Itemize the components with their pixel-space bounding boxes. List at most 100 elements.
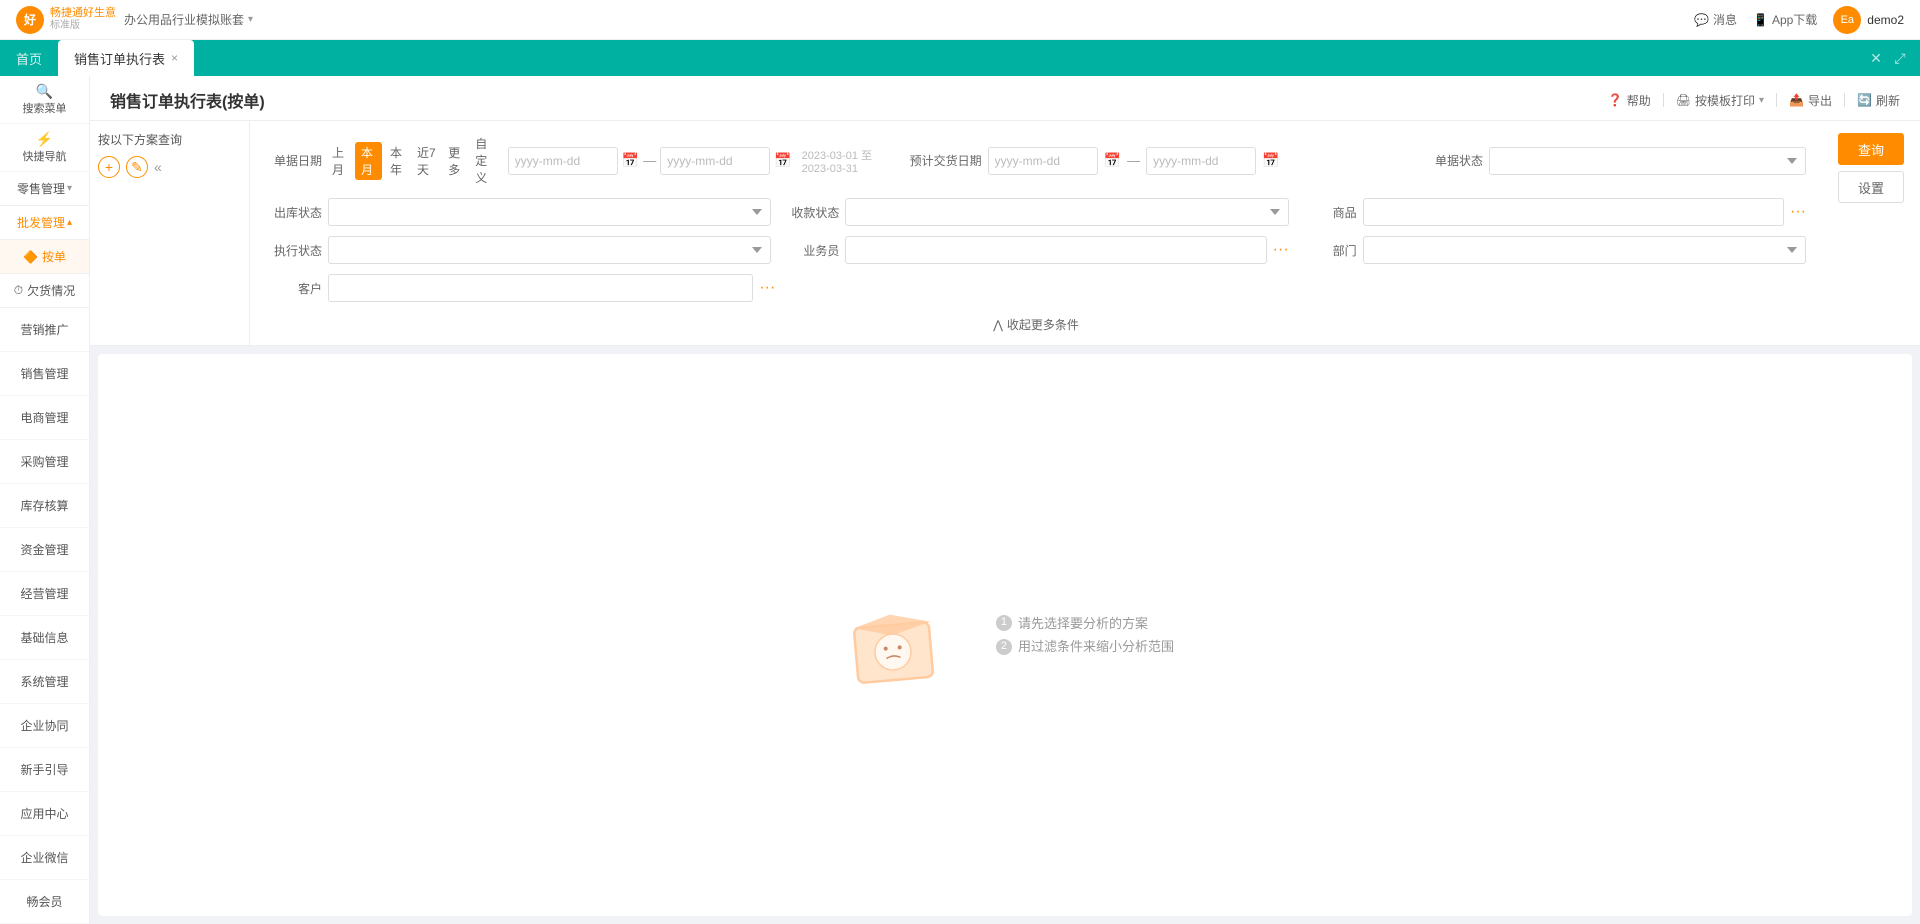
collapse-scheme-btn[interactable]: « <box>154 159 162 175</box>
product-input[interactable] <box>1363 198 1784 226</box>
sidebar-item-retail[interactable]: 零售管理 ▾ <box>0 172 89 206</box>
customer-more-btn[interactable]: ··· <box>759 279 775 297</box>
dept-group: 部门 <box>1301 236 1806 264</box>
empty-svg <box>836 580 956 690</box>
page-actions: ❓ 帮助 🖨 按模板打印 ▾ 📤 导出 🔄 刷新 <box>1608 92 1900 109</box>
expected-date-label: 预计交货日期 <box>910 152 982 169</box>
settings-btn[interactable]: 设置 <box>1838 171 1904 203</box>
message-btn[interactable]: 💬 消息 <box>1694 11 1737 28</box>
date-range-inputs: 📅 — 📅 <box>508 147 792 175</box>
header-left: 好 畅捷通好生意 标准版 办公用品行业模拟账套 ▾ <box>16 6 253 34</box>
dept-select[interactable] <box>1363 236 1806 264</box>
expected-date-end-input[interactable] <box>1146 147 1256 175</box>
query-btn[interactable]: 查询 <box>1838 133 1904 165</box>
add-scheme-btn[interactable]: + <box>98 156 120 178</box>
date-range-text: 2023-03-01 至 2023-03-31 <box>802 147 898 175</box>
retail-expand-icon: ▾ <box>67 183 72 194</box>
doc-status-group: 单据状态 <box>1427 147 1806 175</box>
close-window-btn[interactable]: ✕ <box>1868 50 1884 66</box>
date-tab-last7days[interactable]: 近7天 <box>413 142 440 180</box>
salesperson-group: 业务员 ··· <box>783 236 1288 264</box>
expected-date-start-input[interactable] <box>988 147 1098 175</box>
out-status-select[interactable] <box>328 198 771 226</box>
sidebar-item-wholesale[interactable]: 批发管理 ▴ <box>0 206 89 240</box>
date-tab-current-year[interactable]: 本年 <box>386 142 409 180</box>
help-btn[interactable]: ❓ 帮助 <box>1608 92 1651 109</box>
sidebar-quick-nav[interactable]: ⚡ 快捷导航 <box>0 124 89 172</box>
expected-end-cal-icon[interactable]: 📅 <box>1262 152 1279 169</box>
sidebar-subitem-debt[interactable]: ⏱ 欠货情况 <box>0 274 89 308</box>
product-more-btn[interactable]: ··· <box>1790 203 1806 221</box>
export-btn[interactable]: 📤 导出 <box>1789 92 1832 109</box>
salesperson-label: 业务员 <box>783 242 839 259</box>
sidebar-item-finance[interactable]: 资金管理 <box>0 528 89 572</box>
exec-status-select[interactable] <box>328 236 771 264</box>
refresh-btn[interactable]: 🔄 刷新 <box>1857 92 1900 109</box>
empty-illustration <box>836 580 956 690</box>
sidebar-subitem-order[interactable]: 🔶 按单 <box>0 240 89 274</box>
sidebar-item-system[interactable]: 系统管理 <box>0 660 89 704</box>
app-download-btn[interactable]: 📱 App下载 <box>1753 11 1817 28</box>
salesperson-more-btn[interactable]: ··· <box>1273 241 1289 259</box>
search-icon: 🔍 <box>36 83 53 100</box>
sidebar-item-sales[interactable]: 销售管理 <box>0 352 89 396</box>
date-end-calendar-icon[interactable]: 📅 <box>774 152 791 169</box>
product-label: 商品 <box>1301 204 1357 221</box>
receipt-status-label: 收款状态 <box>783 204 839 221</box>
date-tab-current-month[interactable]: 本月 <box>355 142 382 180</box>
sidebar-item-enterprise[interactable]: 企业协同 <box>0 704 89 748</box>
date-tab-more[interactable]: 更多 <box>444 142 467 180</box>
scheme-label: 按以下方案查询 <box>98 131 182 148</box>
tab-bar: 首页 销售订单执行表 × ✕ ⤢ <box>0 40 1920 76</box>
sidebar-item-member[interactable]: 畅会员 <box>0 880 89 924</box>
sidebar-item-ecommerce[interactable]: 电商管理 <box>0 396 89 440</box>
sidebar-item-app-center[interactable]: 应用中心 <box>0 792 89 836</box>
edit-scheme-btn[interactable]: ✎ <box>126 156 148 178</box>
logo-area: 好 畅捷通好生意 标准版 <box>16 6 116 34</box>
collapse-conditions-btn[interactable]: ⋀ 收起更多条件 <box>266 310 1806 339</box>
empty-content: 1 请先选择要分析的方案 2 用过滤条件来缩小分析范围 <box>836 580 1174 690</box>
date-end-input[interactable] <box>660 147 770 175</box>
tab-close-icon[interactable]: × <box>171 51 178 65</box>
expected-start-cal-icon[interactable]: 📅 <box>1104 152 1121 169</box>
expected-date-group: 预计交货日期 📅 — 📅 <box>910 147 1415 175</box>
logo-text: 畅捷通好生意 标准版 <box>50 7 116 32</box>
sidebar-item-marketing[interactable]: 营销推广 <box>0 308 89 352</box>
print-dropdown-icon: ▾ <box>1759 95 1764 106</box>
customer-group: 客户 ··· <box>266 274 775 302</box>
date-tab-custom[interactable]: 自定义 <box>471 133 502 188</box>
sidebar-item-basic[interactable]: 基础信息 <box>0 616 89 660</box>
sidebar-item-operations[interactable]: 经营管理 <box>0 572 89 616</box>
customer-label: 客户 <box>266 280 322 297</box>
receipt-status-select[interactable] <box>845 198 1288 226</box>
sidebar-item-inventory[interactable]: 库存核算 <box>0 484 89 528</box>
query-actions: 查询 设置 <box>1822 121 1920 345</box>
salesperson-input[interactable] <box>845 236 1266 264</box>
refresh-icon: 🔄 <box>1857 93 1872 107</box>
sidebar-item-purchase[interactable]: 采购管理 <box>0 440 89 484</box>
maximize-window-btn[interactable]: ⤢ <box>1892 50 1908 66</box>
export-icon: 📤 <box>1789 93 1804 107</box>
filter-panel: 单据日期 上月 本月 本年 近7天 更多 自定义 � <box>250 121 1822 345</box>
customer-input[interactable] <box>328 274 753 302</box>
user-area[interactable]: Ea demo2 <box>1833 6 1904 34</box>
date-label: 单据日期 <box>266 152 322 169</box>
tab-home[interactable]: 首页 <box>0 40 58 76</box>
sidebar-item-enterprise-wechat[interactable]: 企业微信 <box>0 836 89 880</box>
scheme-panel: 按以下方案查询 + ✎ « <box>90 121 250 345</box>
date-tab-prev-month[interactable]: 上月 <box>328 142 351 180</box>
logo-icon: 好 <box>16 6 44 34</box>
out-status-label: 出库状态 <box>266 204 322 221</box>
doc-status-select[interactable] <box>1489 147 1806 175</box>
sidebar-search-menu[interactable]: 🔍 搜索菜单 <box>0 76 89 124</box>
date-start-calendar-icon[interactable]: 📅 <box>622 152 639 169</box>
breadcrumb-arrow-icon[interactable]: ▾ <box>248 14 253 25</box>
scheme-panel-header: 按以下方案查询 <box>98 131 241 148</box>
page-header: 销售订单执行表(按单) ❓ 帮助 🖨 按模板打印 ▾ 📤 导出 <box>90 76 1920 121</box>
date-start-input[interactable] <box>508 147 618 175</box>
nav-icon: ⚡ <box>36 131 53 148</box>
template-print-btn[interactable]: 🖨 按模板打印 ▾ <box>1676 92 1764 109</box>
sidebar-item-newbie[interactable]: 新手引导 <box>0 748 89 792</box>
empty-hint-2: 2 用过滤条件来缩小分析范围 <box>996 635 1174 658</box>
tab-sales-exec[interactable]: 销售订单执行表 × <box>58 40 194 76</box>
